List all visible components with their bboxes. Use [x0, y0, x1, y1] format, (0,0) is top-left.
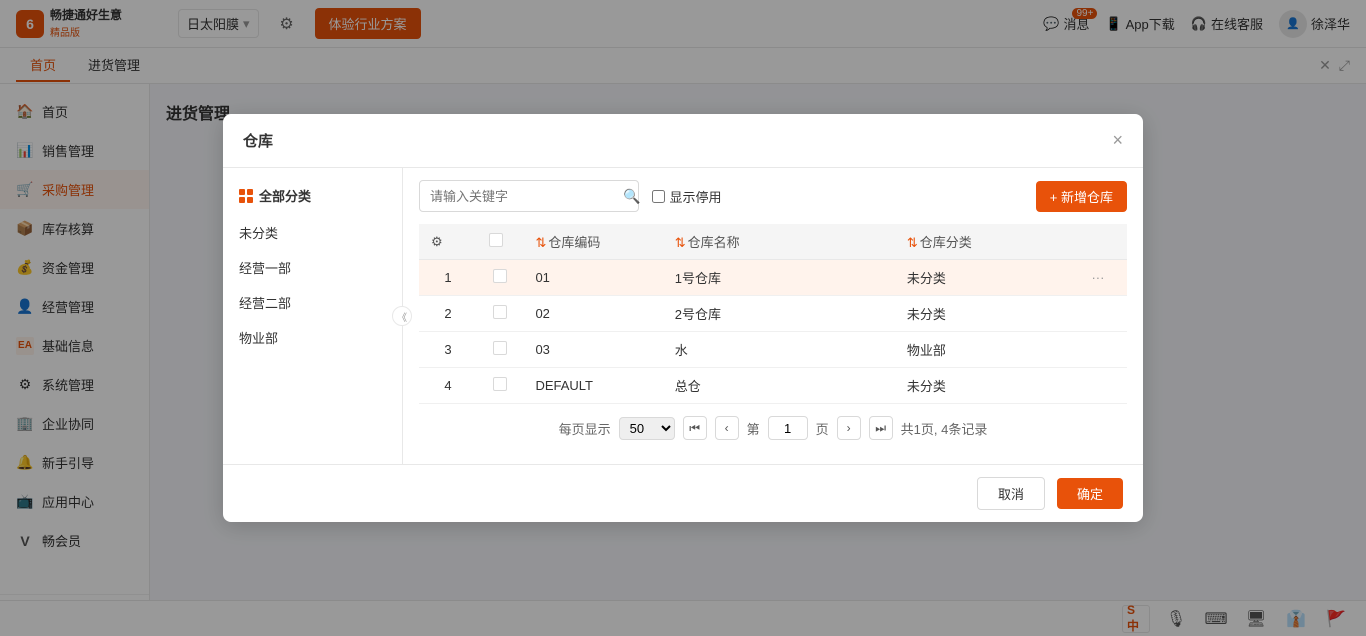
row-4-name: 总仓	[663, 368, 895, 404]
row-1-num: 1	[419, 260, 477, 296]
table-header-row: ⚙ ⇅仓库编码 ⇅仓库名称	[419, 224, 1127, 260]
per-page-label: 每页显示	[559, 419, 611, 438]
row-1-actions[interactable]: ···	[1069, 260, 1127, 296]
row-4-category: 未分类	[895, 368, 1069, 404]
pagination-bar: 每页显示 50 100 200 ⏮ ‹ 第 页 › ⏭ 共1页, 4条记录	[419, 404, 1127, 452]
row-4-actions[interactable]	[1069, 368, 1127, 404]
row-3-code: 03	[523, 332, 662, 368]
col-category-header: ⇅仓库分类	[895, 224, 1069, 260]
row-1-name: 1号仓库	[663, 260, 895, 296]
row-1-more-icon[interactable]: ···	[1091, 270, 1104, 285]
add-warehouse-button[interactable]: + 新增仓库	[1036, 181, 1127, 212]
table-row[interactable]: 3 03 水 物业部	[419, 332, 1127, 368]
last-page-btn[interactable]: ⏭	[869, 416, 893, 440]
col-check-header	[477, 224, 523, 260]
modal-overlay: 仓库 × 全部分类 未分类 经营一部 经营二部 物业部 《	[0, 0, 1366, 636]
row-1-check[interactable]	[477, 260, 523, 296]
row-2-checkbox[interactable]	[493, 305, 507, 319]
category-item-ops1[interactable]: 经营一部	[223, 250, 402, 285]
collapse-panel-btn[interactable]: 《	[392, 306, 412, 326]
modal-footer: 取消 确定	[223, 464, 1143, 522]
row-4-num: 4	[419, 368, 477, 404]
category-item-unclassified[interactable]: 未分类	[223, 215, 402, 250]
row-1-code: 01	[523, 260, 662, 296]
table-row[interactable]: 2 02 2号仓库 未分类	[419, 296, 1127, 332]
table-row[interactable]: 4 DEFAULT 总仓 未分类	[419, 368, 1127, 404]
row-2-actions[interactable]	[1069, 296, 1127, 332]
page-total: 共1页, 4条记录	[901, 419, 988, 438]
col-actions-header	[1069, 224, 1127, 260]
warehouse-modal: 仓库 × 全部分类 未分类 经营一部 经营二部 物业部 《	[223, 114, 1143, 522]
show-disabled-label: 显示停用	[669, 187, 721, 206]
left-panel: 全部分类 未分类 经营一部 经营二部 物业部 《	[223, 168, 403, 464]
row-4-checkbox[interactable]	[493, 377, 507, 391]
search-input[interactable]	[419, 180, 639, 212]
row-3-actions[interactable]	[1069, 332, 1127, 368]
row-2-code: 02	[523, 296, 662, 332]
first-page-btn[interactable]: ⏮	[683, 416, 707, 440]
page-size-select[interactable]: 50 100 200	[619, 417, 675, 440]
table-row[interactable]: 1 01 1号仓库 未分类 ···	[419, 260, 1127, 296]
next-page-btn[interactable]: ›	[837, 416, 861, 440]
row-1-checkbox[interactable]	[493, 269, 507, 283]
category-item-ops2[interactable]: 经营二部	[223, 285, 402, 320]
row-3-check[interactable]	[477, 332, 523, 368]
table-body: 1 01 1号仓库 未分类 ··· 2	[419, 260, 1127, 404]
row-2-name: 2号仓库	[663, 296, 895, 332]
gear-settings-icon[interactable]: ⚙	[431, 234, 443, 249]
sort-name-icon[interactable]: ⇅	[675, 235, 686, 250]
table-header: ⚙ ⇅仓库编码 ⇅仓库名称	[419, 224, 1127, 260]
prev-page-btn[interactable]: ‹	[715, 416, 739, 440]
row-4-check[interactable]	[477, 368, 523, 404]
grid-icon	[239, 189, 253, 203]
col-name-header: ⇅仓库名称	[663, 224, 895, 260]
search-icon[interactable]: 🔍	[623, 188, 640, 205]
row-3-name: 水	[663, 332, 895, 368]
right-panel: 🔍 显示停用 + 新增仓库 ⚙	[403, 168, 1143, 464]
modal-header: 仓库 ×	[223, 114, 1143, 168]
modal-body: 全部分类 未分类 经营一部 经营二部 物业部 《 🔍 显示停用	[223, 168, 1143, 464]
col-code-header: ⇅仓库编码	[523, 224, 662, 260]
sort-code-icon[interactable]: ⇅	[535, 235, 546, 250]
warehouse-table: ⚙ ⇅仓库编码 ⇅仓库名称	[419, 224, 1127, 404]
sort-category-icon[interactable]: ⇅	[907, 235, 918, 250]
row-2-num: 2	[419, 296, 477, 332]
page-number-input[interactable]	[768, 416, 808, 440]
show-disabled-checkbox-label[interactable]: 显示停用	[652, 187, 721, 206]
row-1-category: 未分类	[895, 260, 1069, 296]
row-3-num: 3	[419, 332, 477, 368]
select-all-checkbox[interactable]	[489, 233, 503, 247]
category-item-property[interactable]: 物业部	[223, 320, 402, 355]
all-category-header[interactable]: 全部分类	[223, 180, 402, 215]
col-gear-header: ⚙	[419, 224, 477, 260]
all-category-label: 全部分类	[259, 186, 311, 205]
table-toolbar: 🔍 显示停用 + 新增仓库	[419, 180, 1127, 212]
page-unit: 页	[816, 419, 829, 438]
row-4-code: DEFAULT	[523, 368, 662, 404]
modal-title: 仓库	[243, 130, 273, 151]
row-2-check[interactable]	[477, 296, 523, 332]
row-2-category: 未分类	[895, 296, 1069, 332]
table-container: ⚙ ⇅仓库编码 ⇅仓库名称	[419, 224, 1127, 404]
page-label: 第	[747, 419, 760, 438]
modal-close-button[interactable]: ×	[1112, 130, 1123, 151]
show-disabled-checkbox[interactable]	[652, 190, 665, 203]
confirm-button[interactable]: 确定	[1057, 478, 1123, 509]
cancel-button[interactable]: 取消	[977, 477, 1045, 510]
row-3-category: 物业部	[895, 332, 1069, 368]
row-3-checkbox[interactable]	[493, 341, 507, 355]
